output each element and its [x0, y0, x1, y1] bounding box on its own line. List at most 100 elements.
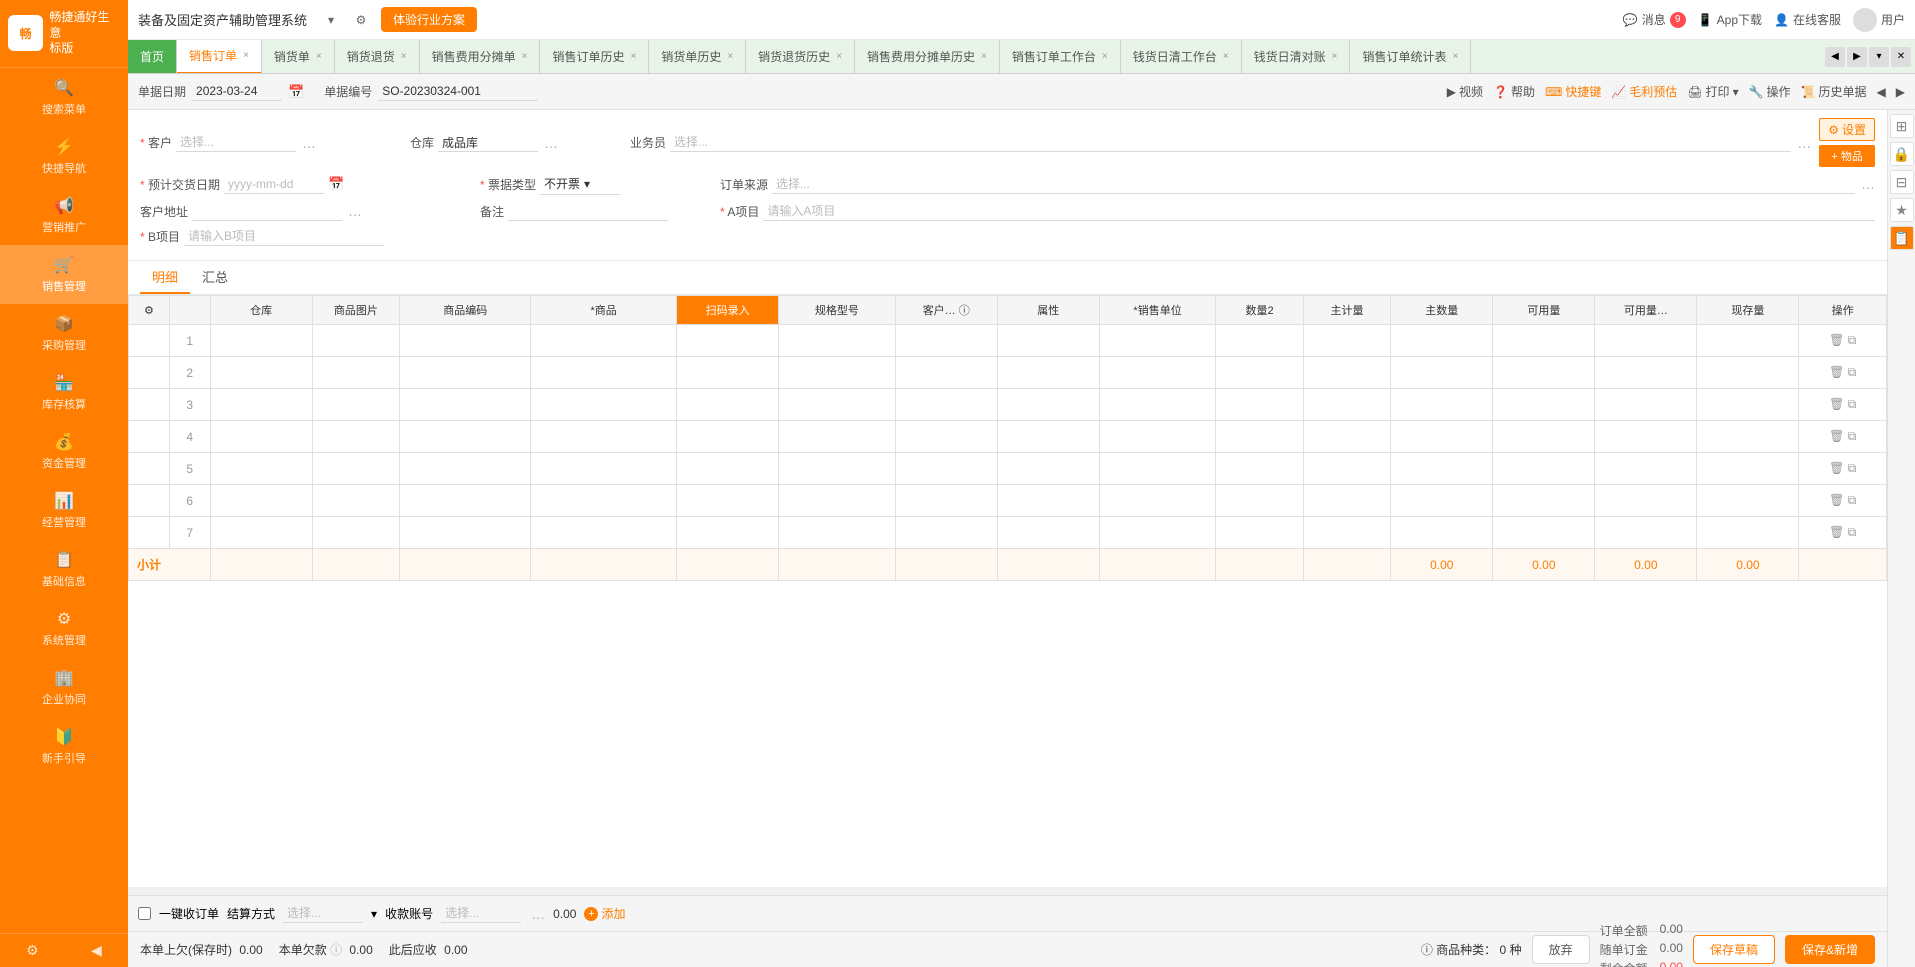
delete-icon[interactable]: 🗑 — [1829, 333, 1844, 347]
table-cell[interactable] — [210, 517, 312, 549]
delete-icon[interactable]: 🗑 — [1829, 525, 1844, 539]
th-settings[interactable]: ⚙ — [129, 296, 170, 325]
table-cell[interactable] — [1391, 357, 1493, 389]
tab-order-history-close[interactable]: × — [630, 51, 636, 62]
copy-icon[interactable]: ⧉ — [1848, 429, 1857, 443]
table-cell[interactable] — [1595, 357, 1697, 389]
table-cell[interactable] — [677, 517, 779, 549]
sidebar-settings-icon[interactable]: ⚙ — [26, 942, 39, 959]
date-input[interactable] — [192, 82, 282, 101]
table-cell[interactable] — [1493, 453, 1595, 485]
right-panel-icon-5[interactable]: 📋 — [1890, 226, 1914, 250]
table-cell[interactable] — [1493, 517, 1595, 549]
table-cell[interactable] — [895, 453, 997, 485]
delete-icon[interactable]: 🗑 — [1829, 429, 1844, 443]
table-cell[interactable] — [677, 485, 779, 517]
table-cell[interactable] — [895, 389, 997, 421]
warehouse-input[interactable] — [438, 133, 538, 152]
current-amount-info[interactable]: ⓘ — [330, 943, 342, 957]
table-cell[interactable] — [312, 485, 399, 517]
tabbar-close-all[interactable]: ✕ — [1891, 47, 1911, 67]
table-cell[interactable] — [531, 357, 677, 389]
tab-order-workbench[interactable]: 销售订单工作台 × — [1000, 40, 1121, 74]
tab-cash-daily[interactable]: 钱货日清工作台 × — [1121, 40, 1242, 74]
a-project-input[interactable] — [763, 202, 1875, 221]
table-cell[interactable] — [210, 325, 312, 357]
table-cell[interactable] — [1216, 453, 1303, 485]
settlement-chevron[interactable]: ▾ — [371, 907, 377, 921]
table-cell[interactable] — [1391, 517, 1493, 549]
table-cell[interactable] — [997, 517, 1099, 549]
table-cell[interactable] — [1595, 325, 1697, 357]
tab-cash-reconcile[interactable]: 钱货日清对账 × — [1242, 40, 1351, 74]
table-cell[interactable] — [1216, 421, 1303, 453]
table-cell[interactable] — [677, 453, 779, 485]
table-cell[interactable] — [531, 389, 677, 421]
table-cell[interactable] — [1216, 325, 1303, 357]
table-cell[interactable] — [677, 389, 779, 421]
table-cell[interactable] — [1303, 421, 1390, 453]
table-cell[interactable] — [1391, 389, 1493, 421]
delete-icon[interactable]: 🗑 — [1829, 397, 1844, 411]
table-cell[interactable] — [997, 325, 1099, 357]
table-cell[interactable] — [400, 517, 531, 549]
table-cell[interactable] — [312, 517, 399, 549]
delivery-date-input[interactable] — [224, 175, 324, 194]
sidebar-item-basic[interactable]: 📋 基础信息 — [0, 540, 128, 599]
table-cell[interactable] — [312, 389, 399, 421]
docno-input[interactable] — [378, 82, 538, 101]
sales-rep-dots[interactable]: … — [1797, 135, 1811, 151]
table-cell[interactable] — [997, 421, 1099, 453]
table-cell[interactable] — [779, 357, 896, 389]
table-cell[interactable] — [1216, 389, 1303, 421]
table-cell[interactable] — [1099, 453, 1216, 485]
tab-detail[interactable]: 明细 — [140, 261, 190, 294]
profit-action[interactable]: 📈 毛利预估 — [1611, 83, 1677, 100]
tab-sales-return-close[interactable]: × — [316, 51, 322, 62]
table-cell[interactable] — [400, 357, 531, 389]
tab-cash-daily-close[interactable]: × — [1223, 51, 1229, 62]
tabbar-more-arrow[interactable]: ▾ — [1869, 47, 1889, 67]
industry-btn[interactable]: 体验行业方案 — [381, 7, 477, 32]
address-input[interactable] — [192, 202, 342, 221]
table-cell[interactable] — [1595, 485, 1697, 517]
tab-return-history[interactable]: 销货单历史 × — [649, 40, 746, 74]
sidebar-item-enterprise[interactable]: 🏢 企业协同 — [0, 658, 128, 717]
order-source-input[interactable] — [772, 175, 1855, 194]
tabbar-next-arrow[interactable]: ▶ — [1847, 47, 1867, 67]
tab-home[interactable]: 首页 — [128, 40, 177, 74]
invoice-type-select[interactable]: 不开票 ▾ — [540, 173, 620, 195]
table-cell[interactable] — [895, 485, 997, 517]
delivery-calendar-icon[interactable]: 📅 — [328, 176, 344, 192]
table-cell[interactable] — [1391, 453, 1493, 485]
copy-icon[interactable]: ⧉ — [1848, 525, 1857, 539]
warehouse-dots[interactable]: … — [544, 135, 558, 151]
date-calendar-icon[interactable]: 📅 — [288, 84, 304, 100]
table-cell[interactable] — [1303, 357, 1390, 389]
goods-count-icon[interactable]: ⓘ — [1421, 943, 1433, 957]
discard-btn[interactable]: 放弃 — [1532, 935, 1590, 964]
table-cell[interactable] — [1493, 485, 1595, 517]
tab-sales-return[interactable]: 销货单 × — [262, 40, 335, 74]
table-cell[interactable] — [1216, 517, 1303, 549]
sidebar-item-finance[interactable]: 💰 资金管理 — [0, 422, 128, 481]
table-cell[interactable] — [1099, 389, 1216, 421]
delete-icon[interactable]: 🗑 — [1829, 461, 1844, 475]
table-cell[interactable] — [779, 485, 896, 517]
tab-order-workbench-close[interactable]: × — [1102, 51, 1108, 62]
table-cell[interactable] — [531, 517, 677, 549]
table-cell[interactable] — [1303, 325, 1390, 357]
table-cell[interactable] — [210, 453, 312, 485]
sidebar-item-inventory[interactable]: 🏪 库存核算 — [0, 363, 128, 422]
add-btn[interactable]: + 添加 — [584, 905, 625, 922]
tab-sales-refund[interactable]: 销货退货 × — [335, 40, 420, 74]
table-cell[interactable] — [1303, 485, 1390, 517]
tab-sales-refund-close[interactable]: × — [401, 51, 407, 62]
table-cell[interactable] — [1391, 421, 1493, 453]
sidebar-item-guide[interactable]: 🔰 新手引导 — [0, 717, 128, 776]
table-cell[interactable] — [895, 357, 997, 389]
table-cell[interactable] — [895, 325, 997, 357]
tab-sales-stats-close[interactable]: × — [1452, 51, 1458, 62]
table-cell[interactable] — [1391, 485, 1493, 517]
table-cell[interactable] — [997, 453, 1099, 485]
